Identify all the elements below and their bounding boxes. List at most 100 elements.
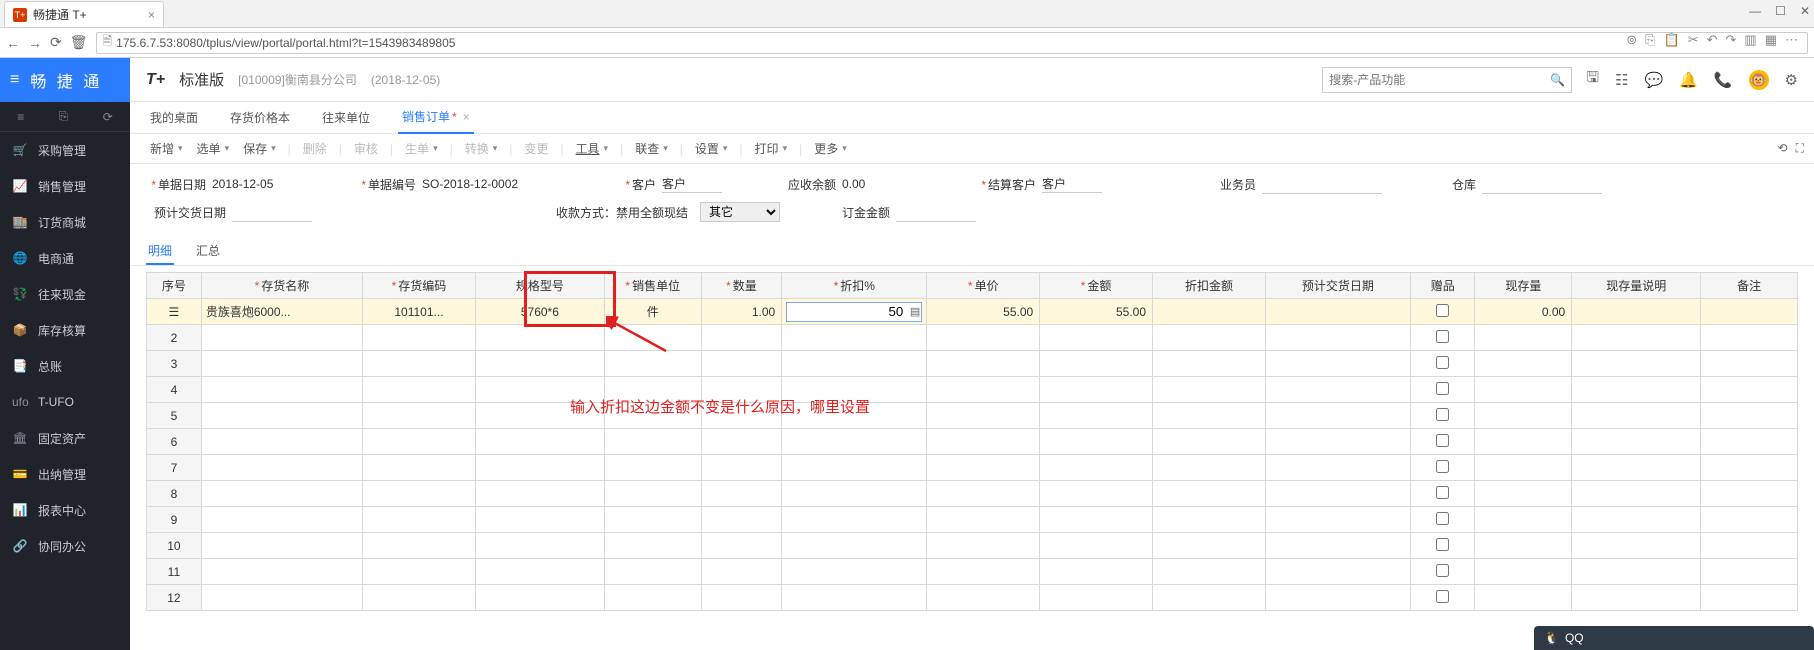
empty-cell[interactable] xyxy=(927,351,1040,377)
empty-cell[interactable] xyxy=(1572,481,1701,507)
empty-cell[interactable] xyxy=(782,403,927,429)
empty-cell[interactable] xyxy=(1153,429,1266,455)
table-row-empty[interactable]: 10 xyxy=(147,533,1798,559)
empty-cell[interactable] xyxy=(363,481,476,507)
empty-cell[interactable] xyxy=(201,429,362,455)
empty-cell[interactable] xyxy=(1475,455,1572,481)
empty-cell[interactable] xyxy=(1265,585,1410,611)
col-14[interactable]: 备注 xyxy=(1701,273,1798,299)
back-icon[interactable]: ← xyxy=(6,35,20,51)
col-3[interactable]: 规格型号 xyxy=(475,273,604,299)
sidebar-item-10[interactable]: 📊报表中心 xyxy=(0,492,130,528)
empty-cell[interactable] xyxy=(701,533,782,559)
empty-cell[interactable] xyxy=(1701,429,1798,455)
empty-cell[interactable] xyxy=(201,403,362,429)
table-row-empty[interactable]: 7 xyxy=(147,455,1798,481)
gift-checkbox[interactable] xyxy=(1436,408,1449,421)
sidebar-item-1[interactable]: 📈销售管理 xyxy=(0,168,130,204)
empty-cell[interactable] xyxy=(604,585,701,611)
empty-cell[interactable] xyxy=(1153,325,1266,351)
empty-cell[interactable] xyxy=(927,585,1040,611)
nav-home-icon[interactable]: ⟳ xyxy=(103,110,113,124)
empty-cell[interactable] xyxy=(475,377,604,403)
empty-cell[interactable] xyxy=(701,507,782,533)
col-11[interactable]: 赠品 xyxy=(1410,273,1474,299)
empty-cell[interactable] xyxy=(1153,351,1266,377)
empty-cell[interactable] xyxy=(782,429,927,455)
empty-cell[interactable] xyxy=(1572,429,1701,455)
empty-cell[interactable] xyxy=(1265,559,1410,585)
empty-cell[interactable] xyxy=(1701,377,1798,403)
empty-cell[interactable] xyxy=(1265,429,1410,455)
mt-paste-icon[interactable]: 📋 xyxy=(1664,32,1680,48)
empty-cell[interactable] xyxy=(782,585,927,611)
empty-cell[interactable] xyxy=(475,533,604,559)
empty-cell[interactable] xyxy=(201,559,362,585)
mt-copy-icon[interactable]: ⎘ xyxy=(1645,32,1655,48)
browser-tab[interactable]: T+ 畅捷通 T+ × xyxy=(4,1,164,27)
empty-cell[interactable] xyxy=(1572,377,1701,403)
empty-cell[interactable] xyxy=(604,481,701,507)
gift-checkbox[interactable] xyxy=(1436,330,1449,343)
empty-cell[interactable] xyxy=(701,351,782,377)
gift-checkbox[interactable] xyxy=(1436,356,1449,369)
tab-1[interactable]: 存货价格本 xyxy=(226,102,294,134)
row-handle[interactable]: ☰ xyxy=(147,299,202,325)
pay-method-select[interactable]: 其它 xyxy=(700,202,780,222)
empty-cell[interactable] xyxy=(1572,403,1701,429)
mt-grid-icon[interactable]: ▦ xyxy=(1765,32,1777,48)
empty-cell[interactable] xyxy=(1701,481,1798,507)
empty-cell[interactable] xyxy=(701,585,782,611)
empty-cell[interactable] xyxy=(201,455,362,481)
empty-cell[interactable] xyxy=(1153,533,1266,559)
toolbar-新增[interactable]: 新增 xyxy=(146,140,187,157)
empty-cell[interactable] xyxy=(1153,585,1266,611)
col-6[interactable]: *折扣% xyxy=(782,273,927,299)
empty-cell[interactable] xyxy=(604,533,701,559)
empty-cell[interactable] xyxy=(1475,351,1572,377)
tab-3[interactable]: 销售订单*× xyxy=(398,102,474,134)
empty-cell[interactable] xyxy=(1265,325,1410,351)
empty-cell[interactable] xyxy=(363,559,476,585)
maximize-icon[interactable]: ☐ xyxy=(1775,4,1786,18)
gift-checkbox[interactable] xyxy=(1436,304,1449,317)
qq-float[interactable]: 🐧 QQ xyxy=(1534,626,1814,650)
cell-gift[interactable] xyxy=(1410,325,1474,351)
empty-cell[interactable] xyxy=(1701,351,1798,377)
table-row[interactable]: ☰贵族喜炮6000...101101...5760*6件1.00▤55.0055… xyxy=(147,299,1798,325)
empty-cell[interactable] xyxy=(1701,325,1798,351)
empty-cell[interactable] xyxy=(1475,559,1572,585)
empty-cell[interactable] xyxy=(604,455,701,481)
toolbar-更多[interactable]: 更多 xyxy=(810,140,851,157)
gift-checkbox[interactable] xyxy=(1436,486,1449,499)
empty-cell[interactable] xyxy=(782,507,927,533)
customer-value[interactable]: 客户 xyxy=(662,175,722,193)
cell-amount[interactable]: 55.00 xyxy=(1040,299,1153,325)
empty-cell[interactable] xyxy=(201,585,362,611)
gift-checkbox[interactable] xyxy=(1436,538,1449,551)
empty-cell[interactable] xyxy=(927,429,1040,455)
empty-cell[interactable] xyxy=(782,559,927,585)
gift-checkbox[interactable] xyxy=(1436,512,1449,525)
sidebar-item-5[interactable]: 📦库存核算 xyxy=(0,312,130,348)
cell-price[interactable]: 55.00 xyxy=(927,299,1040,325)
cell-gift[interactable] xyxy=(1410,403,1474,429)
table-row-empty[interactable]: 8 xyxy=(147,481,1798,507)
cell-stock[interactable]: 0.00 xyxy=(1475,299,1572,325)
empty-cell[interactable] xyxy=(363,585,476,611)
table-row-empty[interactable]: 11 xyxy=(147,559,1798,585)
empty-cell[interactable] xyxy=(604,559,701,585)
cell-gift[interactable] xyxy=(1410,299,1474,325)
empty-cell[interactable] xyxy=(927,377,1040,403)
empty-cell[interactable] xyxy=(1572,507,1701,533)
empty-cell[interactable] xyxy=(1153,403,1266,429)
empty-cell[interactable] xyxy=(927,455,1040,481)
empty-cell[interactable] xyxy=(201,351,362,377)
cell-spec[interactable]: 5760*6 xyxy=(475,299,604,325)
mt-redo-icon[interactable]: ↷ xyxy=(1726,32,1737,48)
empty-cell[interactable] xyxy=(1475,325,1572,351)
empty-cell[interactable] xyxy=(927,325,1040,351)
empty-cell[interactable] xyxy=(1265,377,1410,403)
expected-date-input[interactable] xyxy=(232,202,312,222)
menu-icon[interactable]: ≡ xyxy=(10,71,22,89)
